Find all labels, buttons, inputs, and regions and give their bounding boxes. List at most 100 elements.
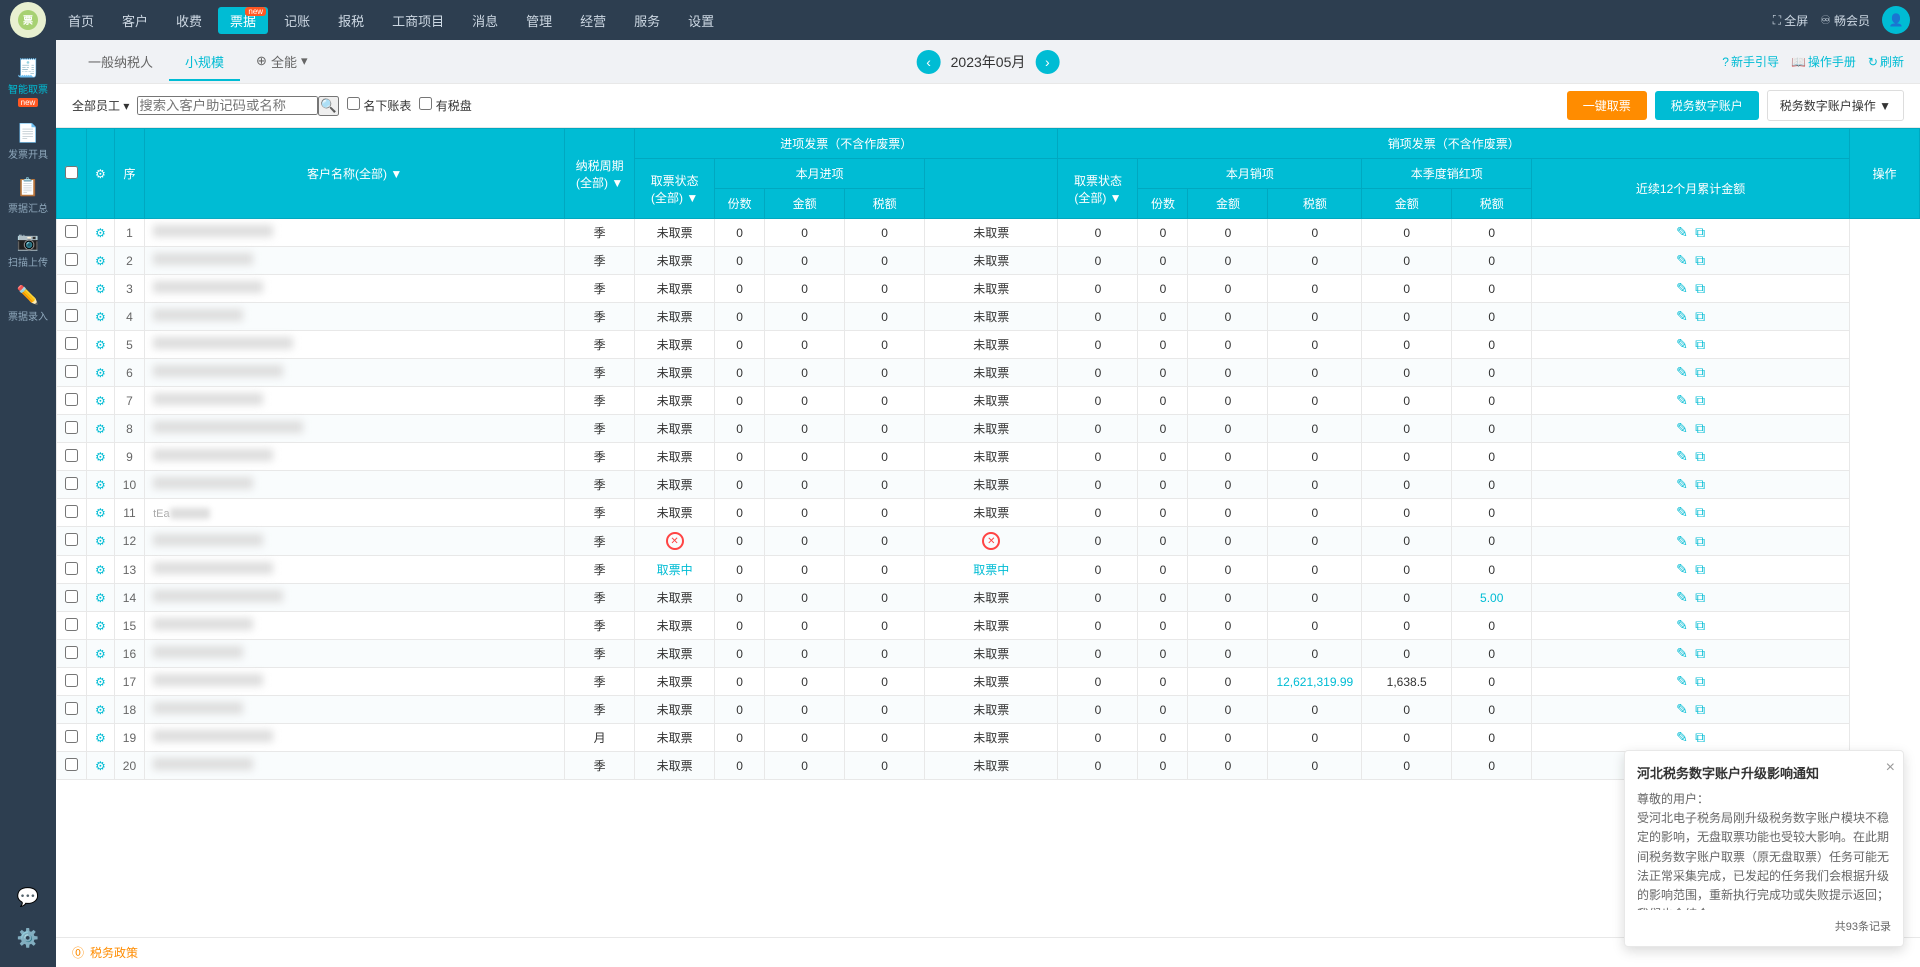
sidebar-item-invoice-summary[interactable]: 📋 票据汇总	[0, 169, 56, 223]
row-checkbox-10[interactable]	[65, 477, 78, 490]
detail-action-icon[interactable]: ⧉	[1695, 476, 1705, 492]
row-settings-icon[interactable]: ⚙	[95, 619, 106, 633]
filter-has-taxdisk[interactable]: 有税盘	[419, 97, 471, 114]
row-checkbox-3[interactable]	[65, 281, 78, 294]
row-settings-icon[interactable]: ⚙	[95, 478, 106, 492]
edit-action-icon[interactable]: ✎	[1676, 589, 1688, 605]
row-checkbox-7[interactable]	[65, 393, 78, 406]
row-checkbox-9[interactable]	[65, 449, 78, 462]
return-amount-value[interactable]: 12,621,319.99	[1276, 675, 1353, 689]
tab-all-capable[interactable]: ⊕ 全能 ▾	[240, 44, 323, 81]
member-action[interactable]: ♾ 畅会员	[1820, 12, 1870, 29]
detail-action-icon[interactable]: ⧉	[1695, 364, 1705, 380]
row-settings-icon[interactable]: ⚙	[95, 506, 106, 520]
edit-action-icon[interactable]: ✎	[1676, 252, 1688, 268]
th-client-name[interactable]: 客户名称(全部) ▼	[145, 129, 565, 219]
row-checkbox-8[interactable]	[65, 421, 78, 434]
row-checkbox-20[interactable]	[65, 758, 78, 771]
edit-action-icon[interactable]: ✎	[1676, 504, 1688, 520]
client-name-cell[interactable]	[145, 219, 565, 247]
detail-action-icon[interactable]: ⧉	[1695, 252, 1705, 268]
row-settings-icon[interactable]: ⚙	[95, 759, 106, 773]
sidebar-chat[interactable]: 💬	[17, 879, 39, 916]
edit-action-icon[interactable]: ✎	[1676, 448, 1688, 464]
row-settings-icon[interactable]: ⚙	[95, 675, 106, 689]
nav-manage[interactable]: 管理	[514, 7, 564, 34]
row-checkbox-15[interactable]	[65, 618, 78, 631]
client-name-cell[interactable]	[145, 359, 565, 387]
nav-tax[interactable]: 报税	[326, 7, 376, 34]
row-settings-icon[interactable]: ⚙	[95, 450, 106, 464]
nav-bookkeeping[interactable]: 记账	[272, 7, 322, 34]
detail-action-icon[interactable]: ⧉	[1695, 617, 1705, 633]
edit-action-icon[interactable]: ✎	[1676, 617, 1688, 633]
th-out-status[interactable]: 取票状态(全部) ▼	[1058, 159, 1138, 219]
row-settings-icon[interactable]: ⚙	[95, 254, 106, 268]
row-checkbox-16[interactable]	[65, 646, 78, 659]
my-accounts-checkbox[interactable]	[347, 97, 360, 110]
edit-action-icon[interactable]: ✎	[1676, 364, 1688, 380]
one-key-invoice-button[interactable]: 一键取票	[1567, 91, 1647, 120]
client-name-cell[interactable]	[145, 668, 565, 696]
tax-policy-label[interactable]: 税务政策	[90, 944, 138, 961]
row-checkbox-12[interactable]	[65, 533, 78, 546]
client-name-cell[interactable]	[145, 303, 565, 331]
row-checkbox-5[interactable]	[65, 337, 78, 350]
tax-digital-button[interactable]: 税务数字账户	[1655, 91, 1759, 120]
detail-action-icon[interactable]: ⧉	[1695, 589, 1705, 605]
client-name-cell[interactable]	[145, 387, 565, 415]
edit-action-icon[interactable]: ✎	[1676, 392, 1688, 408]
edit-action-icon[interactable]: ✎	[1676, 420, 1688, 436]
row-settings-icon[interactable]: ⚙	[95, 534, 106, 548]
row-checkbox-19[interactable]	[65, 730, 78, 743]
detail-action-icon[interactable]: ⧉	[1695, 224, 1705, 240]
row-checkbox-4[interactable]	[65, 309, 78, 322]
prev-month-button[interactable]: ‹	[917, 50, 941, 74]
app-logo[interactable]: 票	[10, 2, 46, 38]
row-checkbox-18[interactable]	[65, 702, 78, 715]
client-name-cell[interactable]	[145, 696, 565, 724]
select-all-checkbox[interactable]	[65, 166, 78, 179]
detail-action-icon[interactable]: ⧉	[1695, 308, 1705, 324]
has-taxdisk-checkbox[interactable]	[419, 97, 432, 110]
detail-action-icon[interactable]: ⧉	[1695, 729, 1705, 745]
client-name-cell[interactable]	[145, 471, 565, 499]
row-settings-icon[interactable]: ⚙	[95, 731, 106, 745]
edit-action-icon[interactable]: ✎	[1676, 729, 1688, 745]
detail-action-icon[interactable]: ⧉	[1695, 561, 1705, 577]
client-name-cell[interactable]	[145, 752, 565, 780]
edit-action-icon[interactable]: ✎	[1676, 476, 1688, 492]
detail-action-icon[interactable]: ⧉	[1695, 448, 1705, 464]
sidebar-item-smart-invoice[interactable]: 🧾 智能取票 new	[0, 50, 56, 115]
client-name-cell[interactable]	[145, 415, 565, 443]
sidebar-item-invoice-entry[interactable]: ✏️ 票据录入	[0, 277, 56, 331]
row-checkbox-17[interactable]	[65, 674, 78, 687]
th-in-status[interactable]: 取票状态(全部) ▼	[635, 159, 715, 219]
tab-general-taxpayer[interactable]: 一般纳税人	[72, 44, 169, 81]
row-settings-icon[interactable]: ⚙	[95, 647, 106, 661]
nav-message[interactable]: 消息	[460, 7, 510, 34]
row-checkbox-13[interactable]	[65, 562, 78, 575]
row-settings-icon[interactable]: ⚙	[95, 563, 106, 577]
row-checkbox-2[interactable]	[65, 253, 78, 266]
user-avatar[interactable]: 👤	[1882, 6, 1910, 34]
tax-digital-op-button[interactable]: 税务数字账户操作 ▼	[1767, 90, 1904, 121]
cumulative-value[interactable]: 5.00	[1480, 591, 1503, 605]
next-month-button[interactable]: ›	[1035, 50, 1059, 74]
row-settings-icon[interactable]: ⚙	[95, 591, 106, 605]
employee-filter[interactable]: 全部员工 ▾	[72, 97, 129, 114]
row-checkbox-6[interactable]	[65, 365, 78, 378]
edit-action-icon[interactable]: ✎	[1676, 336, 1688, 352]
tab-small-scale[interactable]: 小规模	[169, 44, 240, 81]
client-name-cell[interactable]	[145, 640, 565, 668]
nav-client[interactable]: 客户	[110, 7, 160, 34]
nav-fee[interactable]: 收费	[164, 7, 214, 34]
nav-service[interactable]: 服务	[622, 7, 672, 34]
detail-action-icon[interactable]: ⧉	[1695, 392, 1705, 408]
row-settings-icon[interactable]: ⚙	[95, 366, 106, 380]
popup-close-button[interactable]: ×	[1886, 759, 1895, 777]
detail-action-icon[interactable]: ⧉	[1695, 280, 1705, 296]
detail-action-icon[interactable]: ⧉	[1695, 701, 1705, 717]
row-settings-icon[interactable]: ⚙	[95, 282, 106, 296]
row-settings-icon[interactable]: ⚙	[95, 422, 106, 436]
